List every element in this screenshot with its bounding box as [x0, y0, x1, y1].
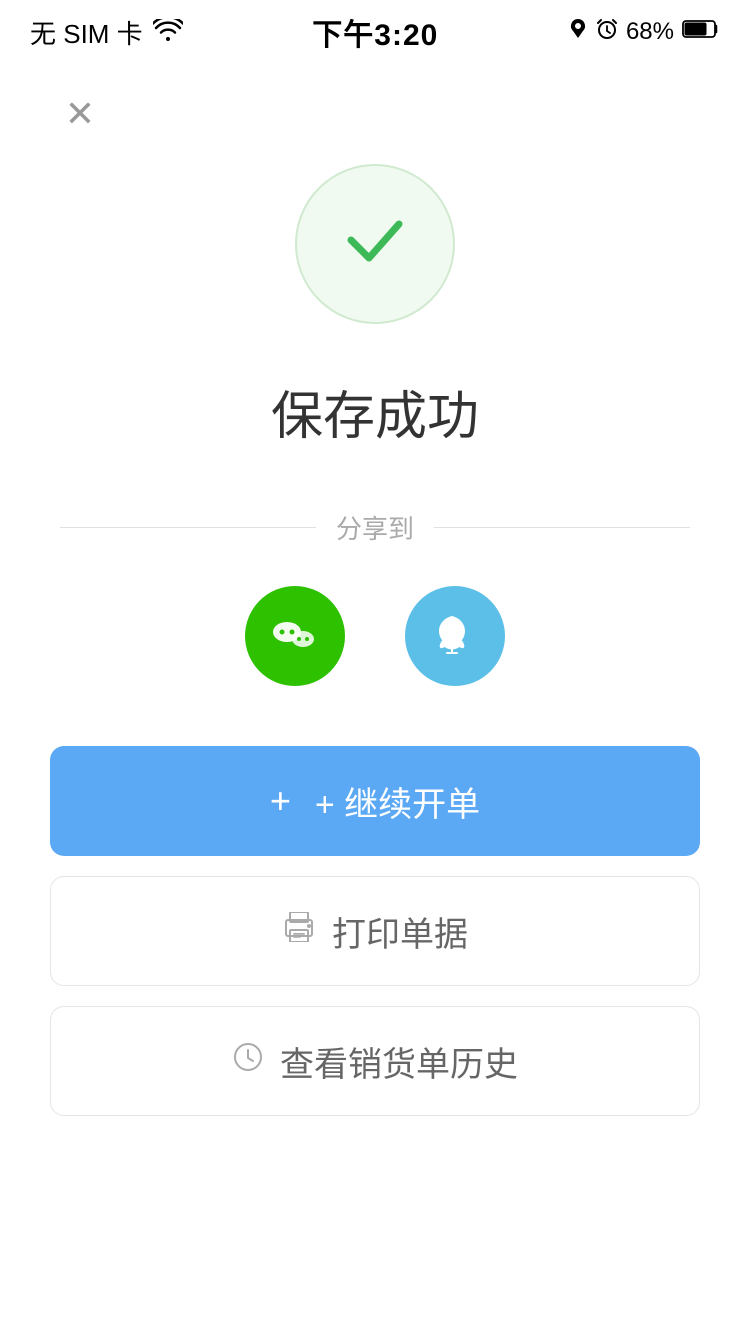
- actions: + + 继续开单 打印单据: [0, 746, 750, 1116]
- status-bar: 无 SIM 卡 下午3:20 68%: [0, 0, 750, 64]
- wechat-icon: [265, 606, 325, 666]
- close-icon: ✕: [65, 96, 95, 132]
- sim-text: 无 SIM 卡: [30, 14, 143, 51]
- wifi-icon: [153, 17, 183, 48]
- alarm-icon: [596, 18, 618, 47]
- success-circle: [295, 164, 455, 324]
- battery-icon: [682, 18, 720, 46]
- close-button[interactable]: ✕: [50, 84, 110, 144]
- checkmark-icon: [335, 198, 415, 291]
- success-title: 保存成功: [271, 374, 479, 449]
- location-icon: [568, 18, 588, 46]
- share-divider: 分享到: [0, 509, 750, 546]
- print-label: 打印单据: [332, 907, 468, 956]
- share-label: 分享到: [336, 509, 414, 546]
- divider-line-left: [60, 527, 316, 528]
- status-time: 下午3:20: [312, 10, 438, 54]
- continue-button[interactable]: + + 继续开单: [50, 746, 700, 856]
- history-button[interactable]: 查看销货单历史: [50, 1006, 700, 1116]
- status-right: 68%: [568, 18, 720, 47]
- qq-icon: [425, 606, 485, 666]
- qq-share-button[interactable]: [405, 586, 505, 686]
- print-icon: [282, 912, 316, 951]
- continue-label: + 继续开单: [315, 777, 480, 826]
- continue-icon: +: [270, 780, 291, 822]
- history-icon: [232, 1041, 264, 1082]
- main-content: 保存成功 分享到: [0, 64, 750, 1116]
- share-icons: [245, 586, 505, 686]
- print-button[interactable]: 打印单据: [50, 876, 700, 986]
- history-label: 查看销货单历史: [280, 1037, 518, 1086]
- share-section: 分享到: [0, 509, 750, 686]
- divider-line-right: [434, 527, 690, 528]
- wechat-share-button[interactable]: [245, 586, 345, 686]
- battery-percentage: 68%: [626, 18, 674, 46]
- status-left: 无 SIM 卡: [30, 14, 183, 51]
